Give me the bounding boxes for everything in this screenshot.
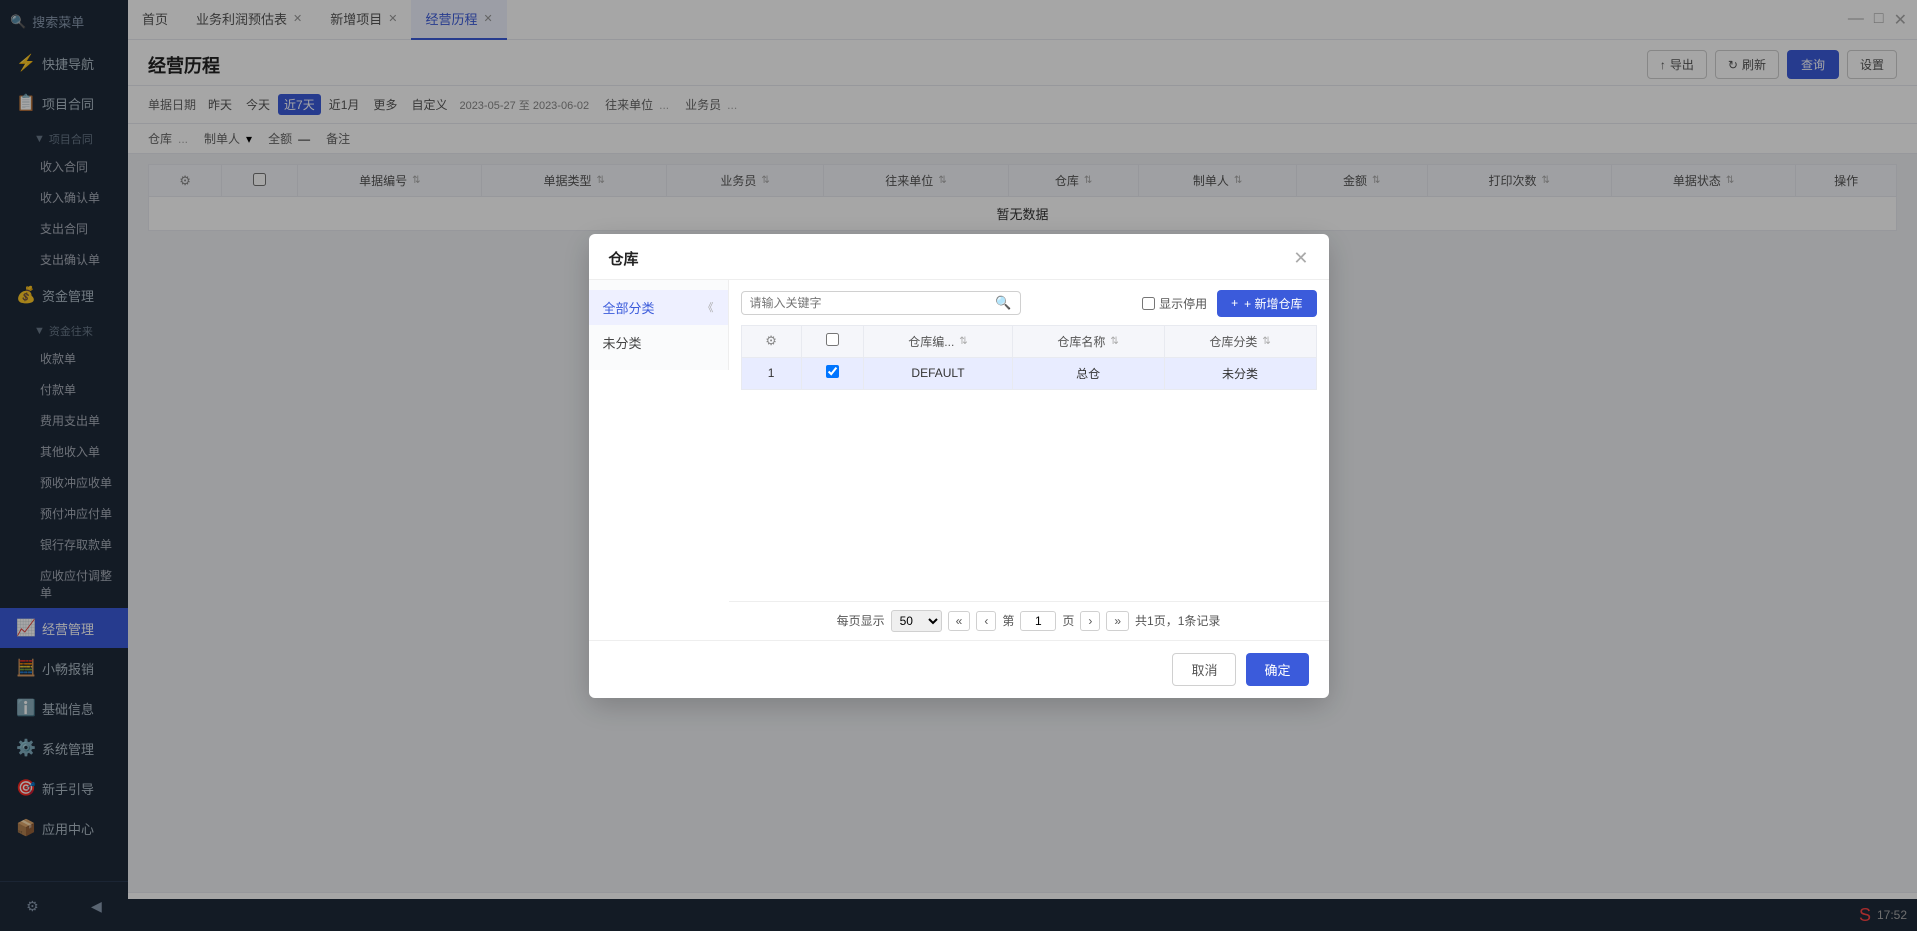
modal-close-button[interactable]: ✕ [1293, 248, 1308, 269]
show-disabled-label[interactable]: 显示停用 [1142, 295, 1207, 312]
modal-search-input[interactable] [750, 296, 990, 310]
confirm-button[interactable]: 确定 [1246, 653, 1308, 686]
modal-page-input[interactable] [1020, 611, 1056, 631]
modal-col-name: 仓库名称 ⇅ [1012, 325, 1164, 357]
modal-title: 仓库 [609, 248, 639, 269]
cancel-button[interactable]: 取消 [1172, 653, 1236, 686]
row-checkbox[interactable] [826, 365, 839, 378]
row-code: DEFAULT [864, 357, 1012, 389]
table-row[interactable]: 1 DEFAULT 总仓 未分类 [741, 357, 1316, 389]
modal-right-panel: 🔍 显示停用 + + 新增仓库 [729, 280, 1329, 640]
modal-per-page-label: 每页显示 [837, 612, 885, 629]
modal-body: 全部分类 《 未分类 🔍 显示停用 [589, 280, 1329, 640]
cat-all-label: 全部分类 [603, 298, 655, 317]
cat-all-toggle: 《 [703, 299, 714, 315]
modal-page-suffix: 页 [1062, 612, 1074, 629]
modal-scroll-area: ⚙ 仓库编... ⇅ 仓库名称 ⇅ 仓库分类 ⇅ 1 DEF [729, 325, 1329, 601]
row-category: 未分类 [1164, 357, 1316, 389]
row-num: 1 [741, 357, 801, 389]
modal-footer: 取消 确定 [589, 640, 1329, 698]
show-disabled-checkbox[interactable] [1142, 297, 1155, 310]
modal-warehouse-table: ⚙ 仓库编... ⇅ 仓库名称 ⇅ 仓库分类 ⇅ 1 DEF [741, 325, 1317, 390]
modal-col-checkbox[interactable] [801, 325, 864, 357]
modal-pagination: 每页显示 50 100 « ‹ 第 页 › » 共1页，1条记录 [729, 601, 1329, 640]
modal-per-page-select[interactable]: 50 100 [891, 610, 942, 632]
modal-next-page[interactable]: › [1080, 611, 1100, 631]
warehouse-modal: 仓库 ✕ 全部分类 《 未分类 🔍 [589, 234, 1329, 698]
cat-uncategorized[interactable]: 未分类 [589, 325, 728, 360]
modal-search-box[interactable]: 🔍 [741, 291, 1021, 315]
modal-first-page[interactable]: « [948, 611, 971, 631]
modal-last-page[interactable]: » [1106, 611, 1129, 631]
modal-page-label: 第 [1002, 612, 1014, 629]
cat-all[interactable]: 全部分类 《 [589, 290, 728, 325]
modal-search-icon: 🔍 [995, 295, 1011, 311]
modal-table-wrap: ⚙ 仓库编... ⇅ 仓库名称 ⇅ 仓库分类 ⇅ 1 DEF [729, 325, 1329, 390]
cat-uncategorized-label: 未分类 [603, 333, 642, 352]
row-name: 总仓 [1012, 357, 1164, 389]
modal-toolbar: 🔍 显示停用 + + 新增仓库 [729, 290, 1329, 325]
modal-prev-page[interactable]: ‹ [976, 611, 996, 631]
modal-col-category: 仓库分类 ⇅ [1164, 325, 1316, 357]
modal-select-all[interactable] [826, 333, 839, 346]
modal-header: 仓库 ✕ [589, 234, 1329, 280]
add-warehouse-button[interactable]: + + 新增仓库 [1217, 290, 1316, 317]
modal-total-info: 共1页，1条记录 [1135, 612, 1220, 629]
modal-left-wrap: 全部分类 《 未分类 [589, 280, 729, 640]
row-checkbox-cell[interactable] [801, 357, 864, 389]
add-icon: + [1231, 296, 1238, 310]
modal-left-panel: 全部分类 《 未分类 [589, 280, 729, 370]
modal-col-config[interactable]: ⚙ [741, 325, 801, 357]
modal-col-code: 仓库编... ⇅ [864, 325, 1012, 357]
